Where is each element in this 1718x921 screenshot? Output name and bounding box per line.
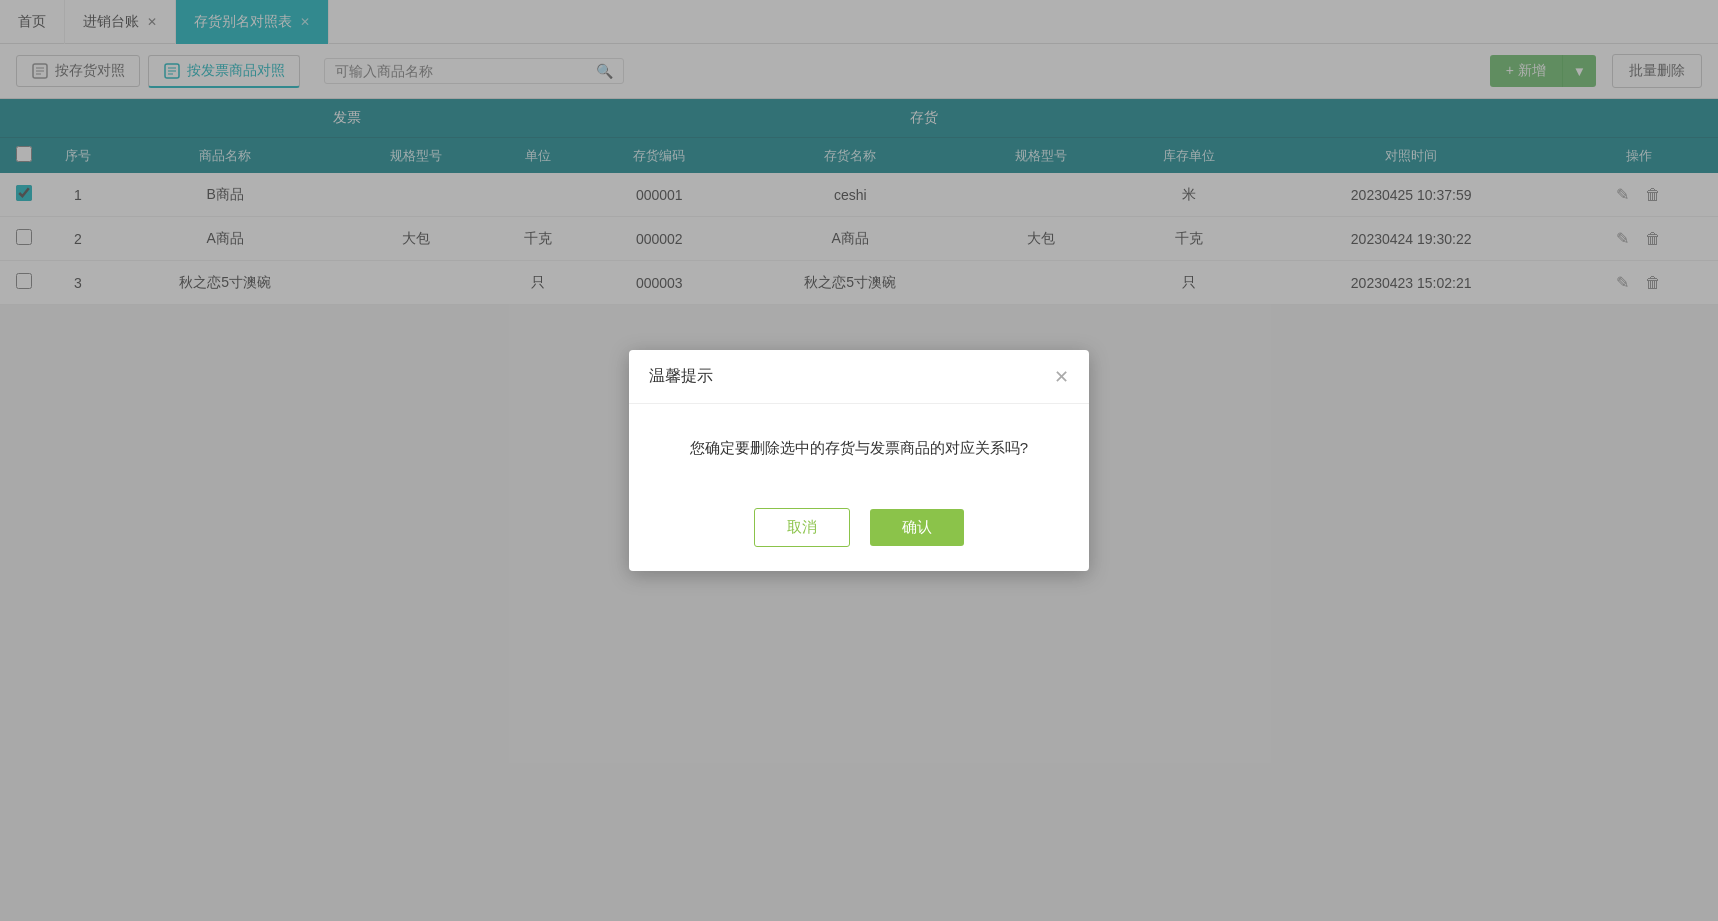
modal-overlay: 温馨提示 ✕ 您确定要删除选中的存货与发票商品的对应关系吗? 取消 确认 [0,0,1718,305]
